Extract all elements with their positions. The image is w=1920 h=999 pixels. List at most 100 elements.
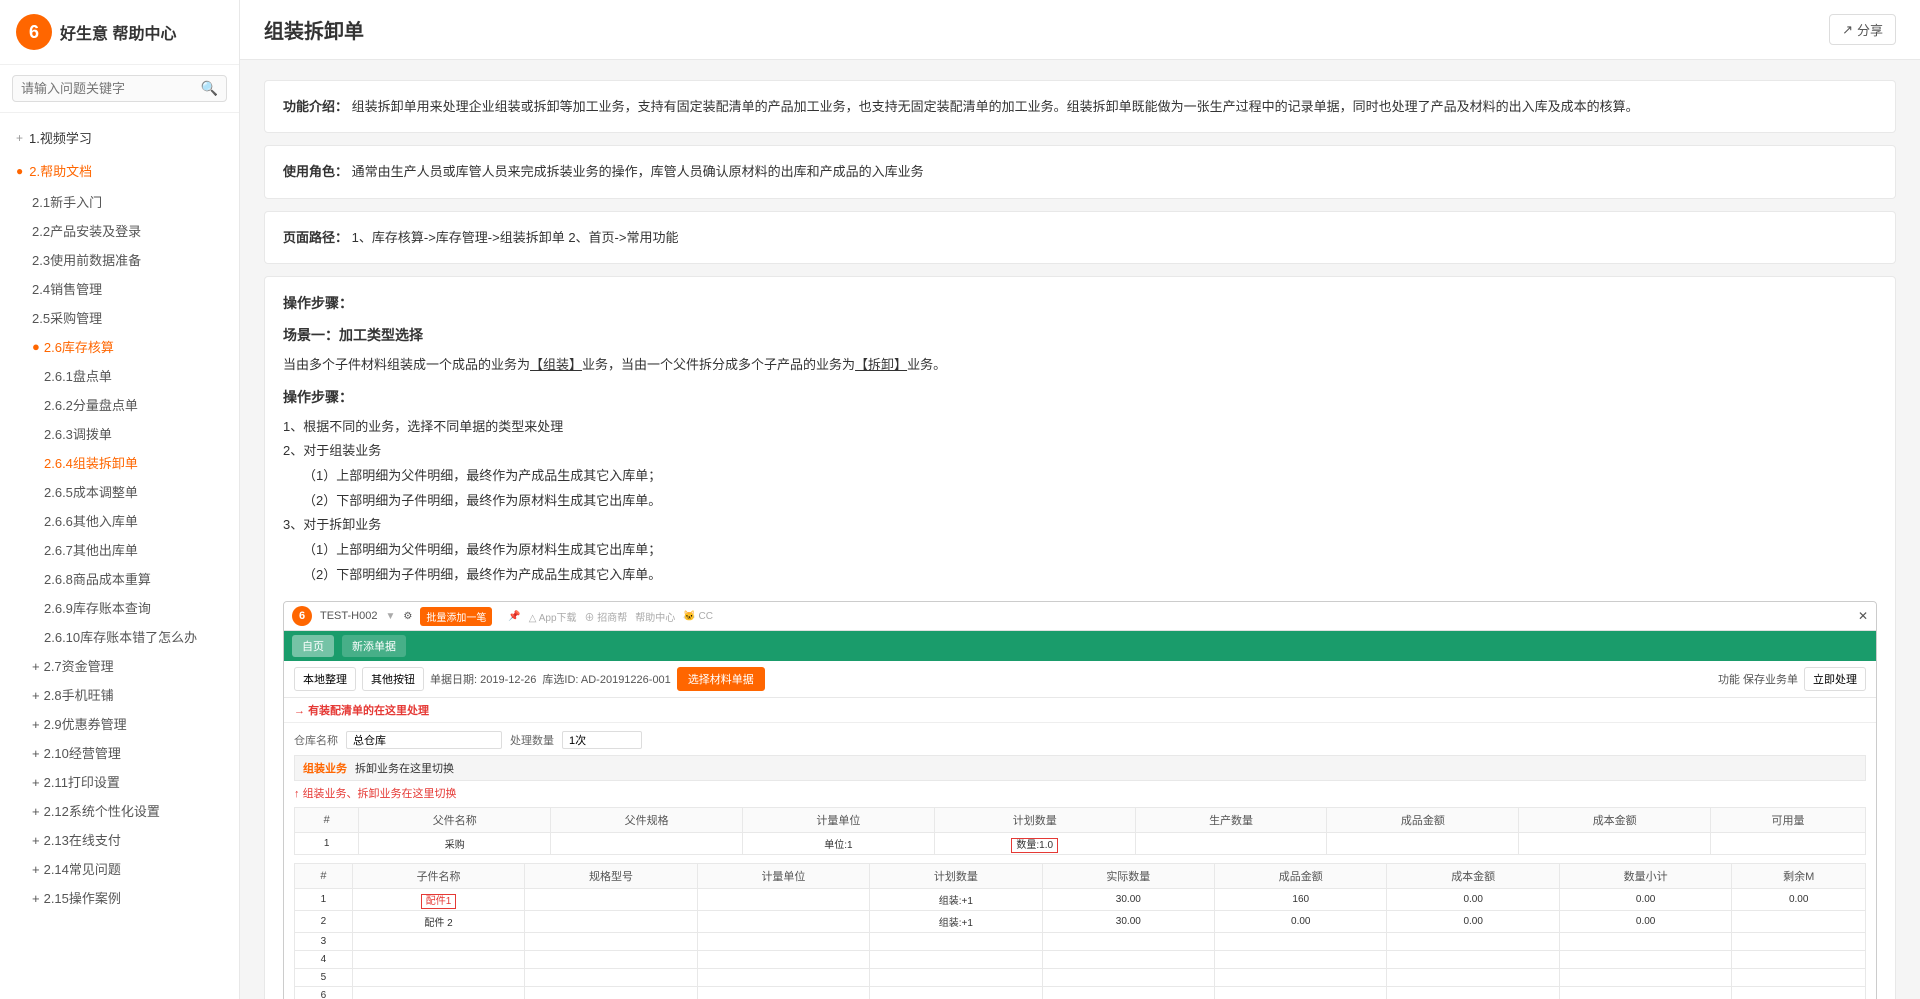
sidebar-item-coupon[interactable]: +2.9优惠券管理 xyxy=(0,709,239,738)
app-toolbar: 本地整理 其他按钮 单据日期: 2019-12-26 库选ID: AD-2019… xyxy=(284,661,1876,698)
nav-children-docs: 2.1新手入门 2.2产品安装及登录 2.3使用前数据准备 2.4销售管理 2.… xyxy=(0,187,239,912)
logo-area: 6 好生意 帮助中心 xyxy=(0,0,239,65)
scenario1-desc: 当由多个子件材料组装成一个成品的业务为【组装】业务，当由一个父件拆分成多个子产品… xyxy=(283,353,1877,376)
search-input[interactable] xyxy=(21,81,201,96)
steps-block: 操作步骤： 场景一：加工类型选择 当由多个子件材料组装成一个成品的业务为【组装】… xyxy=(264,276,1896,999)
table1: # 父件名称 父件规格 计量单位 计划数量 生产数量 成品金额 成本金额 可用量 xyxy=(294,807,1866,855)
step2: 2、对于组装业务 xyxy=(283,439,1877,464)
app-screenshot: 6 TEST-H002 ▼ ⚙ 批量添加一笔 📌 △ App下载 ⊕ 招商帮 帮… xyxy=(283,601,1877,999)
sidebar-item-inventory[interactable]: ● 2.6库存核算 xyxy=(0,332,239,361)
share-button[interactable]: ↗ 分享 xyxy=(1829,14,1896,45)
sidebar-item-sales[interactable]: 2.4销售管理 xyxy=(0,274,239,303)
sidebar-item-purchase[interactable]: 2.5采购管理 xyxy=(0,303,239,332)
sub-table-header: 组装业务 拆卸业务在这里切换 xyxy=(294,755,1866,781)
titlebar-left: 6 TEST-H002 ▼ ⚙ 批量添加一笔 📌 △ App下载 ⊕ 招商帮 帮… xyxy=(292,606,713,626)
close-icon[interactable]: ✕ xyxy=(1858,609,1868,623)
path-label: 页面路径： xyxy=(283,230,348,245)
sidebar-item-fund[interactable]: +2.7资金管理 xyxy=(0,651,239,680)
nav-grandchildren-inventory: 2.6.1盘点单 2.6.2分量盘点单 2.6.3调拨单 2.6.4组装拆卸单 … xyxy=(0,361,239,651)
nav-section-video: + 1.视频学习 xyxy=(0,121,239,154)
sidebar-item-otherout[interactable]: 2.6.7其他出库单 xyxy=(0,535,239,564)
table-row: 2 配件 2 组装:+1 30.00 0.00 0.00 0.00 xyxy=(295,911,1866,933)
sidebar-item-print[interactable]: +2.11打印设置 xyxy=(0,767,239,796)
sidebar-item-newcomer[interactable]: 2.1新手入门 xyxy=(0,187,239,216)
table-row: 1 配件1 组装:+1 30.00 160 0.00 0.00 0.00 xyxy=(295,889,1866,911)
main-content: 组装拆卸单 ↗ 分享 功能介绍： 组装拆卸单用来处理企业组装或拆卸等加工业务，支… xyxy=(240,0,1920,999)
role-label: 使用角色： xyxy=(283,164,348,179)
sidebar-item-video[interactable]: + 1.视频学习 xyxy=(0,121,239,154)
annotation2: ↑ 组装业务、拆卸业务在这里切换 xyxy=(294,785,1866,801)
form-row1: 仓库名称 处理数量 xyxy=(294,731,1866,749)
share-icon: ↗ xyxy=(1842,22,1853,38)
sidebar-item-costcalc[interactable]: 2.6.8商品成本重算 xyxy=(0,564,239,593)
sidebar-item-mobile[interactable]: +2.8手机旺铺 xyxy=(0,680,239,709)
intro-text: 组装拆卸单用来处理企业组装或拆卸等加工业务，支持有固定装配清单的产品加工业务，也… xyxy=(352,99,1639,114)
top-bar: 组装拆卸单 ↗ 分享 xyxy=(240,0,1920,60)
step2-sub2: （2）下部明细为子件明细，最终作为原材料生成其它出库单。 xyxy=(283,489,1877,514)
sidebar-item-stocktake[interactable]: 2.6.1盘点单 xyxy=(0,361,239,390)
btn-process[interactable]: 选择材料单据 xyxy=(677,667,765,691)
btn-立即处理[interactable]: 立即处理 xyxy=(1804,667,1866,691)
intro-label: 功能介绍： xyxy=(283,99,348,114)
app-nav-bar: 自页 新添单据 xyxy=(284,631,1876,661)
sidebar-item-prepare[interactable]: 2.3使用前数据准备 xyxy=(0,245,239,274)
logo-text: 好生意 帮助中心 xyxy=(60,20,176,44)
intro-block: 功能介绍： 组装拆卸单用来处理企业组装或拆卸等加工业务，支持有固定装配清单的产品… xyxy=(264,80,1896,133)
sidebar-item-partial[interactable]: 2.6.2分量盘点单 xyxy=(0,390,239,419)
table-row: 1 采购 单位:1 数量:1.0 xyxy=(295,833,1866,855)
sidebar: 6 好生意 帮助中心 🔍 + 1.视频学习 ● 2.帮助文档 2.1新手入门 2… xyxy=(0,0,240,999)
nav-tab-new[interactable]: 新添单据 xyxy=(342,635,406,657)
step2-sub1: （1）上部明细为父件明细，最终作为产成品生成其它入库单； xyxy=(283,464,1877,489)
sidebar-item-cases[interactable]: +2.15操作案例 xyxy=(0,883,239,912)
titlebar-doctype: TEST-H002 xyxy=(320,610,377,622)
logo-icon: 6 xyxy=(16,14,52,50)
step3: 3、对于拆卸业务 xyxy=(283,513,1877,538)
sidebar-item-install[interactable]: 2.2产品安装及登录 xyxy=(0,216,239,245)
toggle-icon-video: + xyxy=(16,131,23,145)
nav-section-docs: ● 2.帮助文档 2.1新手入门 2.2产品安装及登录 2.3使用前数据准备 2… xyxy=(0,154,239,912)
toggle-icon-docs: ● xyxy=(16,164,23,178)
table-row: 6 xyxy=(295,987,1866,999)
nav-tree: + 1.视频学习 ● 2.帮助文档 2.1新手入门 2.2产品安装及登录 2.3… xyxy=(0,113,239,999)
content-area: 功能介绍： 组装拆卸单用来处理企业组装或拆卸等加工业务，支持有固定装配清单的产品… xyxy=(240,60,1920,999)
role-block: 使用角色： 通常由生产人员或库管人员来完成拆装业务的操作，库管人员确认原材料的出… xyxy=(264,145,1896,198)
sidebar-item-stockquery[interactable]: 2.6.9库存账本查询 xyxy=(0,593,239,622)
nav-tab-home[interactable]: 自页 xyxy=(292,635,334,657)
sidebar-item-mgmt[interactable]: +2.10经营管理 xyxy=(0,738,239,767)
app-titlebar: 6 TEST-H002 ▼ ⚙ 批量添加一笔 📌 △ App下载 ⊕ 招商帮 帮… xyxy=(284,602,1876,631)
qty-input[interactable] xyxy=(562,731,642,749)
page-title: 组装拆卸单 xyxy=(264,15,364,44)
sidebar-item-custom[interactable]: +2.12系统个性化设置 xyxy=(0,796,239,825)
step3-sub2: （2）下部明细为子件明细，最终作为产成品生成其它入库单。 xyxy=(283,563,1877,588)
sidebar-item-onlinepay[interactable]: +2.13在线支付 xyxy=(0,825,239,854)
search-icon[interactable]: 🔍 xyxy=(201,80,218,97)
sidebar-item-docs[interactable]: ● 2.帮助文档 xyxy=(0,154,239,187)
step3-sub1: （1）上部明细为父件明细，最终作为原材料生成其它出库单； xyxy=(283,538,1877,563)
ops-steps-title: 操作步骤： xyxy=(283,387,1877,407)
sidebar-item-assembly[interactable]: 2.6.4组装拆卸单 xyxy=(0,448,239,477)
table-row: 4 xyxy=(295,951,1866,969)
annotation-row1: → 有装配清单的在这里处理 xyxy=(284,698,1876,723)
sidebar-item-otherin[interactable]: 2.6.6其他入库单 xyxy=(0,506,239,535)
search-area: 🔍 xyxy=(0,65,239,113)
scenario1-title: 场景一：加工类型选择 xyxy=(283,325,1877,345)
btn-submit[interactable]: 其他按钮 xyxy=(362,667,424,691)
ops-title: 操作步骤： xyxy=(283,293,1877,313)
app-logo: 6 xyxy=(292,606,312,626)
table2: # 子件名称 规格型号 计量单位 计划数量 实际数量 成品金额 成本金额 数量小… xyxy=(294,863,1866,999)
app-form-area: 仓库名称 处理数量 组装业务 拆卸业务在这里切换 ↑ 组装业务、拆卸业务在这里切… xyxy=(284,723,1876,999)
sidebar-item-faq[interactable]: +2.14常见问题 xyxy=(0,854,239,883)
new-order-btn[interactable]: 批量添加一笔 xyxy=(420,607,492,626)
btn-save-new[interactable]: 本地整理 xyxy=(294,667,356,691)
table-row: 3 xyxy=(295,933,1866,951)
role-text: 通常由生产人员或库管人员来完成拆装业务的操作，库管人员确认原材料的出库和产成品的… xyxy=(352,164,924,179)
sidebar-item-costadjust[interactable]: 2.6.5成本调整单 xyxy=(0,477,239,506)
search-box: 🔍 xyxy=(12,75,227,102)
sidebar-item-stockerror[interactable]: 2.6.10库存账本错了怎么办 xyxy=(0,622,239,651)
sidebar-item-transfer[interactable]: 2.6.3调拨单 xyxy=(0,419,239,448)
table-row: 5 xyxy=(295,969,1866,987)
step1: 1、根据不同的业务，选择不同单据的类型来处理 xyxy=(283,415,1877,440)
path-text: 1、库存核算->库存管理->组装拆卸单 2、首页->常用功能 xyxy=(352,230,679,245)
path-block: 页面路径： 1、库存核算->库存管理->组装拆卸单 2、首页->常用功能 xyxy=(264,211,1896,264)
warehouse-input[interactable] xyxy=(346,731,502,749)
